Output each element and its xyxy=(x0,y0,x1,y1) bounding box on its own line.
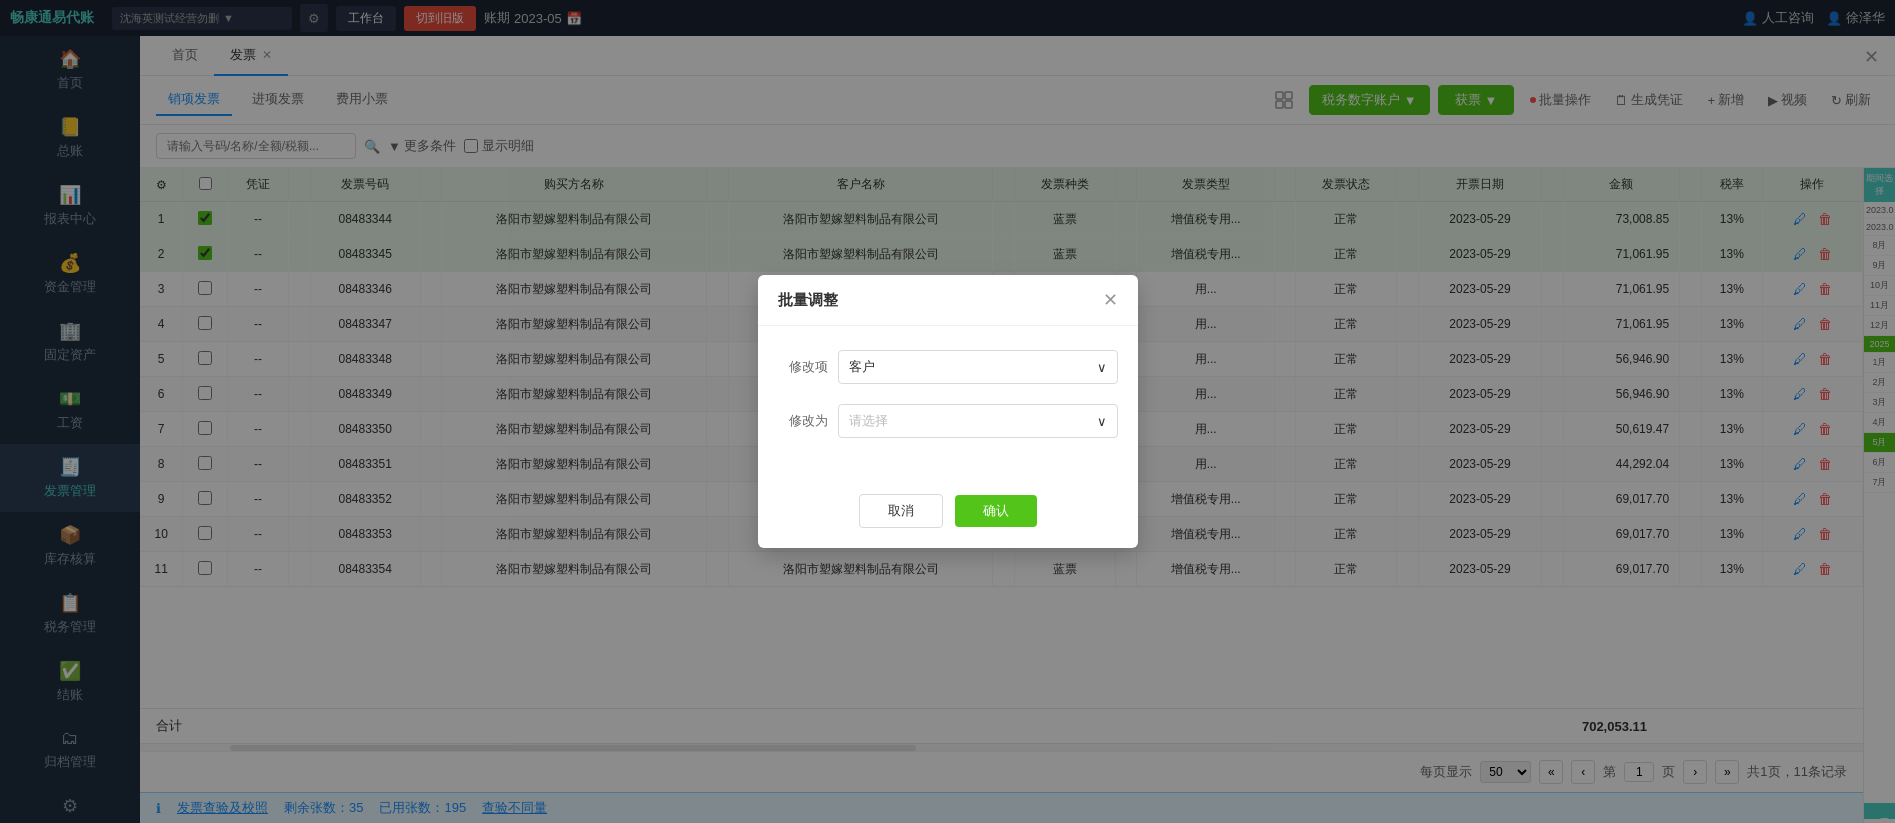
confirm-button[interactable]: 确认 xyxy=(955,495,1037,527)
modal-title: 批量调整 xyxy=(778,291,838,310)
modal-header: 批量调整 ✕ xyxy=(758,275,1138,326)
cancel-button[interactable]: 取消 xyxy=(859,494,943,528)
field-label: 修改项 xyxy=(778,358,828,376)
value-select[interactable]: 请选择 ∨ xyxy=(838,404,1118,438)
modal-close-btn[interactable]: ✕ xyxy=(1103,289,1118,311)
modal-footer: 取消 确认 xyxy=(758,482,1138,548)
value-label: 修改为 xyxy=(778,412,828,430)
batch-adjust-modal: 批量调整 ✕ 修改项 客户 ∨ 修改为 请选择 ∨ 取消 确认 xyxy=(758,275,1138,548)
field-select[interactable]: 客户 ∨ xyxy=(838,350,1118,384)
value-row: 修改为 请选择 ∨ xyxy=(778,404,1118,438)
modal-body: 修改项 客户 ∨ 修改为 请选择 ∨ xyxy=(758,326,1138,482)
modal-overlay: 批量调整 ✕ 修改项 客户 ∨ 修改为 请选择 ∨ 取消 确认 xyxy=(0,0,1895,823)
field-row: 修改项 客户 ∨ xyxy=(778,350,1118,384)
